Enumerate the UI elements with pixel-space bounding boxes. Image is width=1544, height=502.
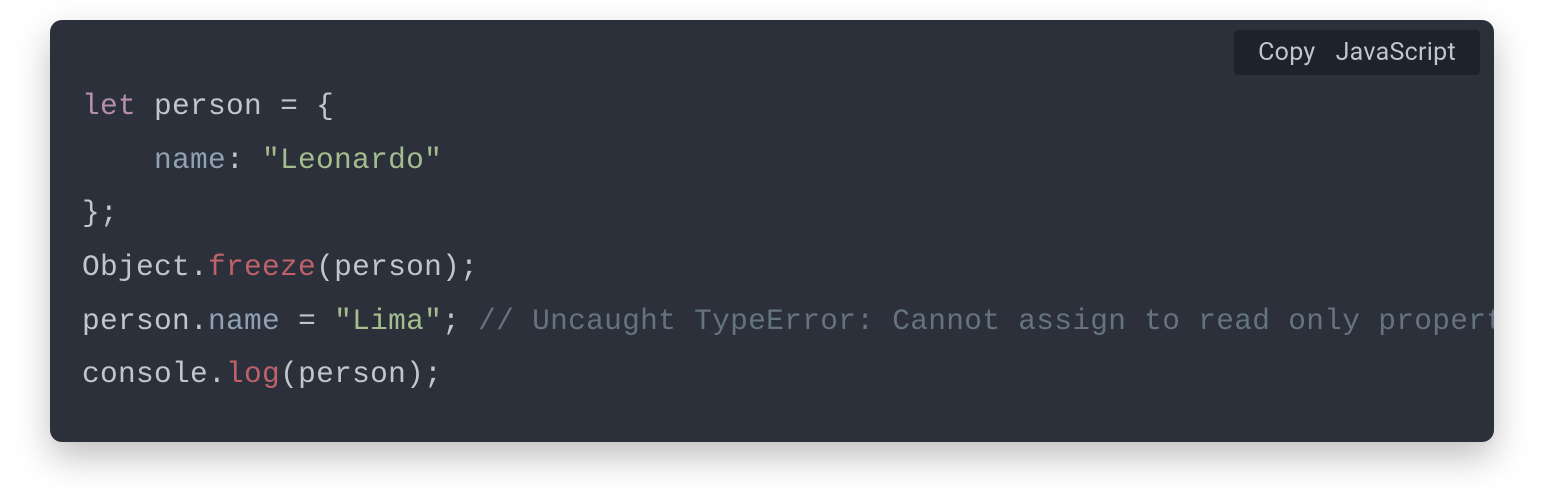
code-block: Copy JavaScript let person = { name: "Le…	[50, 20, 1494, 442]
language-label: JavaScript	[1326, 36, 1466, 69]
token-space	[136, 89, 154, 123]
copy-button[interactable]: Copy	[1248, 36, 1325, 69]
token-dot: .	[190, 250, 208, 284]
token-string-lima: "Lima"	[334, 304, 442, 338]
token-ident-console: console	[82, 357, 208, 391]
token-object: Object	[82, 250, 190, 284]
token-dot: .	[190, 304, 208, 338]
token-colon: :	[226, 143, 262, 177]
token-method-log: log	[226, 357, 280, 391]
token-semi: ;	[100, 196, 118, 230]
token-comment: // Uncaught TypeError: Cannot assign to …	[478, 304, 1494, 338]
token-brace-open: {	[316, 89, 334, 123]
token-prop-name: name	[208, 304, 280, 338]
token-ident-person: person	[82, 304, 190, 338]
token-assign: =	[262, 89, 316, 123]
code-content[interactable]: let person = { name: "Leonardo" }; Objec…	[50, 20, 1494, 442]
token-space	[460, 304, 478, 338]
token-ident-person: person	[298, 357, 406, 391]
token-semi: ;	[442, 304, 460, 338]
token-semi: ;	[424, 357, 442, 391]
token-indent	[82, 143, 154, 177]
token-method-freeze: freeze	[208, 250, 316, 284]
token-paren-close: )	[406, 357, 424, 391]
token-paren-open: (	[280, 357, 298, 391]
token-key-name: name	[154, 143, 226, 177]
token-paren-open: (	[316, 250, 334, 284]
token-string-leonardo: "Leonardo"	[262, 143, 442, 177]
token-ident-person: person	[154, 89, 262, 123]
token-semi: ;	[460, 250, 478, 284]
token-dot: .	[208, 357, 226, 391]
token-paren-close: )	[442, 250, 460, 284]
token-ident-person: person	[334, 250, 442, 284]
token-assign: =	[280, 304, 334, 338]
code-toolbar: Copy JavaScript	[1234, 30, 1480, 75]
token-keyword-let: let	[82, 89, 136, 123]
token-brace-close: }	[82, 196, 100, 230]
